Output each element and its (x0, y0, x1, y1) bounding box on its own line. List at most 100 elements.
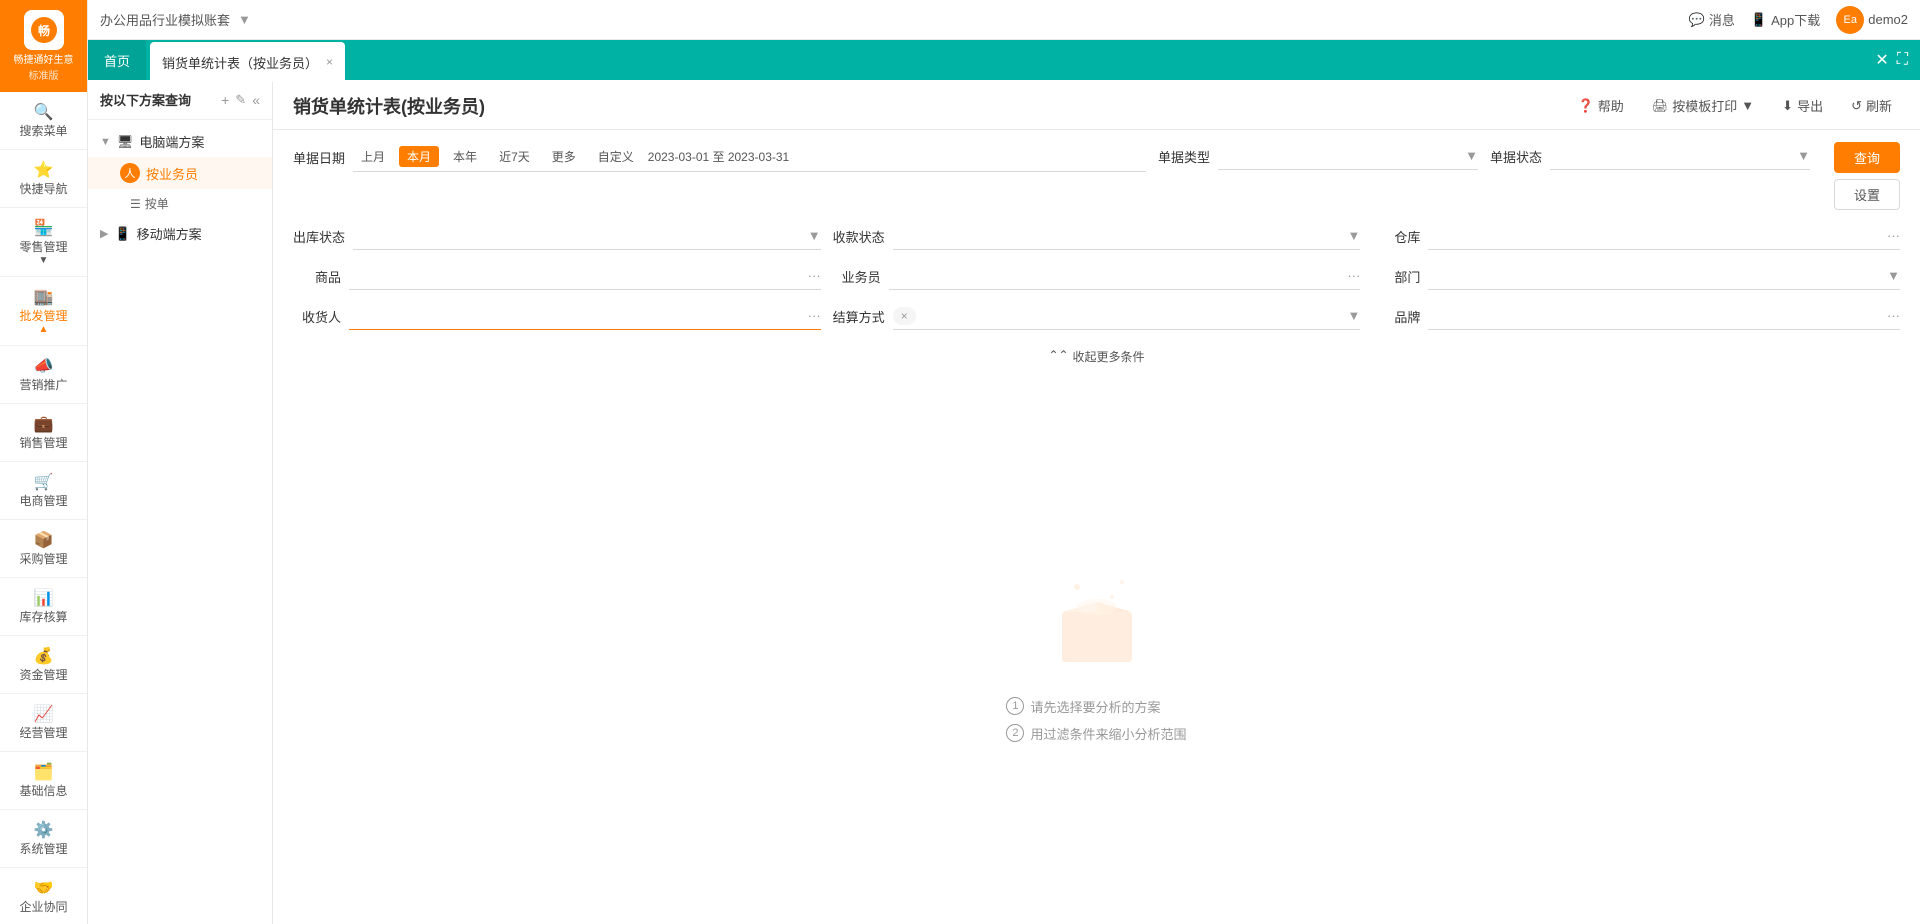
message-btn[interactable]: 💬 消息 (1689, 10, 1735, 29)
warehouse-control[interactable]: ··· (1428, 222, 1900, 250)
tip2: 2 用过滤条件来缩小分析范围 (1006, 724, 1186, 743)
refresh-label: 刷新 (1866, 96, 1892, 115)
tab-close-btn[interactable]: × (326, 55, 333, 69)
shortcut-label: 快捷导航 (19, 180, 67, 197)
sidebar-item-business[interactable]: 📈 经营管理 (0, 694, 87, 752)
add-scheme-btn[interactable]: + (221, 92, 229, 108)
query-button[interactable]: 查询 (1834, 142, 1900, 173)
collapse-panel-btn[interactable]: « (252, 92, 260, 108)
filter-row-3: 商品 ··· 业务员 ··· 部门 (293, 262, 1900, 290)
message-icon: 💬 (1689, 12, 1705, 28)
svg-text:畅: 畅 (37, 23, 49, 38)
sidebar-item-enterprise[interactable]: 🤝 企业协同 (0, 868, 87, 924)
sidebar-item-wholesale[interactable]: 🏬 批发管理 ▲ (0, 277, 87, 346)
consignee-dots-icon: ··· (808, 308, 821, 323)
sidebar-item-basic[interactable]: 🗂️ 基础信息 (0, 752, 87, 810)
sidebar-item-retail[interactable]: 🏪 零售管理 ▼ (0, 208, 87, 277)
business-label: 经营管理 (19, 724, 67, 741)
sidebar-item-sales[interactable]: 💼 销售管理 (0, 404, 87, 462)
doc-type-control[interactable]: ▼ (1218, 142, 1478, 170)
date-7days-btn[interactable]: 近7天 (491, 146, 538, 167)
scheme-group-desktop[interactable]: ▼ 🖥 电脑端方案 (88, 126, 272, 157)
tip1-text: 请先选择要分析的方案 (1030, 697, 1160, 716)
help-btn[interactable]: ❓ 帮助 (1570, 92, 1632, 119)
out-status-control[interactable]: ▼ (353, 222, 821, 250)
export-btn[interactable]: ⬇ 导出 (1774, 92, 1831, 119)
search-icon: 🔍 (34, 102, 54, 122)
desktop-expand-arrow: ▼ (100, 136, 111, 148)
settlement-label: 结算方式 (833, 307, 885, 326)
user-profile[interactable]: Ea demo2 (1836, 6, 1908, 34)
mobile-icon: 📱 (114, 226, 130, 242)
app-name: 畅捷通好生意 (14, 54, 74, 67)
topbar: 办公用品行业模拟账套 ▼ 💬 消息 📱 App下载 Ea demo2 (88, 0, 1920, 40)
tab-home[interactable]: 首页 (88, 40, 146, 80)
sidebar-item-purchase[interactable]: 📦 采购管理 (0, 520, 87, 578)
sidebar-item-ecommerce[interactable]: 🛒 电商管理 (0, 462, 87, 520)
date-curr-year-btn[interactable]: 本年 (445, 146, 485, 167)
business-icon: 📈 (34, 704, 54, 724)
date-curr-month-btn[interactable]: 本月 (399, 146, 439, 167)
sidebar-item-finance[interactable]: 💰 资金管理 (0, 636, 87, 694)
collapse-label: 收起更多条件 (1073, 348, 1145, 365)
scheme-sub-by-order[interactable]: ☰ 按单 (88, 189, 272, 218)
system-label: 系统管理 (19, 840, 67, 857)
consignee-control[interactable]: ··· (349, 302, 821, 330)
print-icon: 🖨 (1652, 98, 1669, 114)
tip2-text: 用过滤条件来缩小分析范围 (1030, 724, 1186, 743)
tip1: 1 请先选择要分析的方案 (1006, 697, 1186, 716)
salesman-control[interactable]: ··· (889, 262, 1361, 290)
page-title-row: 销货单统计表(按业务员) ❓ 帮助 🖨 按模板打印 ▼ ⬇ (293, 92, 1900, 129)
topbar-left: 办公用品行业模拟账套 ▼ (100, 10, 251, 29)
tab-sales-stat[interactable]: 销货单统计表（按业务员） × (150, 42, 345, 82)
export-label: 导出 (1797, 96, 1823, 115)
date-filter-label: 单据日期 (293, 148, 345, 167)
download-btn[interactable]: 📱 App下载 (1751, 10, 1820, 29)
print-dropdown-icon: ▼ (1741, 98, 1754, 113)
help-icon: ❓ (1578, 98, 1594, 114)
brand-control[interactable]: ··· (1428, 302, 1900, 330)
date-more-btn[interactable]: 更多 (544, 146, 584, 167)
sidebar-shortcut[interactable]: ⭐ 快捷导航 (0, 150, 87, 208)
sidebar-search[interactable]: 🔍 搜索菜单 (0, 92, 87, 150)
settlement-dropdown-icon: ▼ (1347, 308, 1360, 323)
edit-scheme-btn[interactable]: ✎ (235, 92, 246, 108)
department-control[interactable]: ▼ (1428, 262, 1900, 290)
dropdown-icon[interactable]: ▼ (238, 12, 251, 27)
collapse-more-conditions[interactable]: ⌃⌃ 收起更多条件 (293, 342, 1900, 371)
fullscreen-icon[interactable]: ⛶ (1897, 51, 1908, 69)
content-area: 按以下方案查询 + ✎ « ▼ 🖥 电脑端方案 人 按业务员 ☰ (88, 80, 1920, 924)
filter-settlement: 结算方式 × ▼ (833, 302, 1361, 330)
mobile-scheme-label: 移动端方案 (137, 224, 202, 243)
print-btn[interactable]: 🖨 按模板打印 ▼ (1644, 92, 1762, 119)
receipt-status-control[interactable]: ▼ (893, 222, 1361, 250)
sidebar-item-marketing[interactable]: 📣 营销推广 (0, 346, 87, 404)
download-label: App下载 (1771, 10, 1820, 29)
sidebar-item-system[interactable]: ⚙️ 系统管理 (0, 810, 87, 868)
page-title: 销货单统计表(按业务员) (293, 93, 485, 119)
close-tab-icon[interactable]: ✕ (1875, 50, 1888, 70)
scheme-item-by-salesman[interactable]: 人 按业务员 (88, 157, 272, 189)
settlement-control[interactable]: × ▼ (893, 302, 1361, 330)
collapse-arrow-icon: ⌃⌃ (1048, 348, 1068, 365)
date-filter-control: 上月 本月 本年 近7天 更多 自定义 2023-03-01 至 2023-03… (353, 142, 1146, 172)
logo-icon: 畅 (24, 10, 64, 50)
scheme-group-mobile[interactable]: ▶ 📱 移动端方案 (88, 218, 272, 249)
sales-label: 销售管理 (19, 434, 67, 451)
goods-control[interactable]: ··· (349, 262, 821, 290)
filter-consignee: 收货人 ··· (293, 302, 821, 330)
date-custom-btn[interactable]: 自定义 (590, 146, 642, 167)
settings-button[interactable]: 设置 (1834, 179, 1900, 210)
refresh-btn[interactable]: ↺ 刷新 (1843, 92, 1900, 119)
salesman-scheme-label: 按业务员 (146, 164, 198, 183)
finance-icon: 💰 (34, 646, 54, 666)
doc-status-control[interactable]: ▼ (1550, 142, 1810, 170)
print-label: 按模板打印 (1672, 96, 1737, 115)
shortcut-icon: ⭐ (34, 160, 54, 180)
sidebar-item-inventory[interactable]: 📊 库存核算 (0, 578, 87, 636)
settlement-tag-close[interactable]: × (901, 309, 908, 323)
date-prev-month-btn[interactable]: 上月 (353, 146, 393, 167)
ecommerce-icon: 🛒 (34, 472, 54, 492)
department-label: 部门 (1372, 267, 1420, 286)
filter-doc-type: 单据类型 ▼ (1158, 142, 1478, 170)
